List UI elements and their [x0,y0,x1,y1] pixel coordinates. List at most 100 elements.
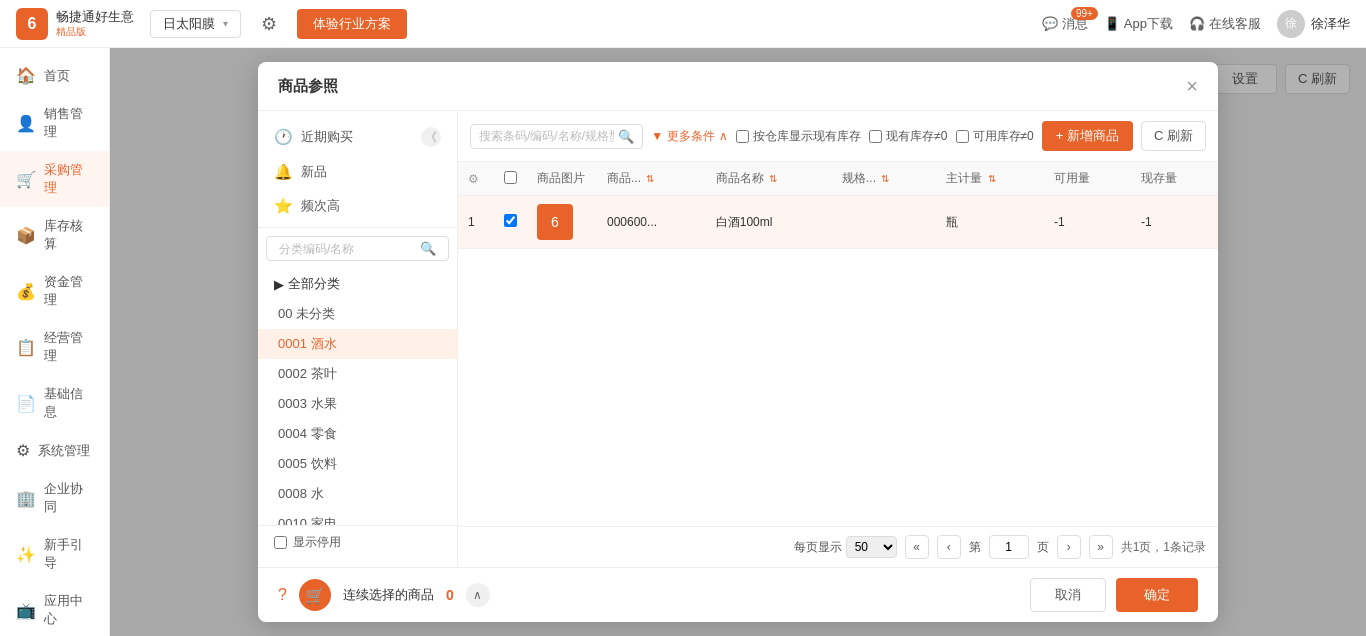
th-unit[interactable]: 主计量 ⇅ [936,162,1044,196]
app-download-button[interactable]: 📱 App下载 [1104,15,1173,33]
footer-collapse-button[interactable]: ∧ [466,583,490,607]
category-water[interactable]: 0008 水 [258,479,457,509]
logo-text: 畅捷通好生意 精品版 [56,9,134,39]
first-page-button[interactable]: « [905,535,929,559]
td-check[interactable] [494,196,527,249]
category-drinks[interactable]: 0005 饮料 [258,449,457,479]
inventory-icon: 📦 [16,226,36,245]
user-profile[interactable]: 徐 徐泽华 [1277,10,1350,38]
th-image: 商品图片 [527,162,597,196]
cancel-button[interactable]: 取消 [1030,578,1106,612]
show-disabled-section: 显示停用 [258,525,457,559]
show-disabled-label: 显示停用 [293,534,341,551]
page-size-select[interactable]: 10 20 50 100 [846,536,897,558]
sort-unit-icon[interactable]: ⇅ [988,173,996,184]
th-stock: 现存量 [1131,162,1218,196]
th-checkbox[interactable] [494,162,527,196]
category-all[interactable]: ▶ 全部分类 [258,269,457,299]
product-search-box[interactable]: 🔍 [470,124,643,149]
product-refresh-button[interactable]: C 刷新 [1141,121,1206,151]
category-uncategorized[interactable]: 00 未分类 [258,299,457,329]
page-size-selector[interactable]: 每页显示 10 20 50 100 [794,536,897,558]
td-code: 000600... [597,196,706,249]
last-page-button[interactable]: » [1089,535,1113,559]
stock-ne0-filter[interactable]: 现有库存≠0 [869,128,947,145]
sidebar-label-inventory: 库存核算 [44,217,93,253]
pagination: 每页显示 10 20 50 100 « ‹ 第 [458,526,1218,567]
customer-service-button[interactable]: 🎧 在线客服 [1189,15,1261,33]
next-page-button[interactable]: › [1057,535,1081,559]
phone-icon: 📱 [1104,16,1120,31]
new-product-tab[interactable]: 🔔 新品 [258,155,457,189]
row-checkbox[interactable] [504,214,517,227]
messages-button[interactable]: 💬 消息 99+ [1042,15,1088,33]
headset-icon: 🎧 [1189,16,1205,31]
product-search-input[interactable] [479,129,614,143]
sidebar-item-inventory[interactable]: 📦 库存核算 [0,207,109,263]
trial-button[interactable]: 体验行业方案 [297,9,407,39]
dialog-overlay: 商品参照 × 🕐 近期购买 《 � [110,48,1366,636]
sidebar-item-basic-info[interactable]: 📄 基础信息 [0,375,109,431]
th-spec[interactable]: 规格... ⇅ [832,162,937,196]
confirm-button[interactable]: 确定 [1116,578,1198,612]
cart-button[interactable]: 🛒 [299,579,331,611]
usable-ne0-label: 可用库存≠0 [973,128,1034,145]
category-search-box[interactable]: 🔍 [266,236,449,261]
collapse-panel-button[interactable]: 《 [421,127,441,147]
sidebar-item-operations[interactable]: 📋 经营管理 [0,319,109,375]
sidebar-label-enterprise: 企业协同 [44,480,93,516]
sort-name-icon[interactable]: ⇅ [769,173,777,184]
settings-icon[interactable]: ⚙ [253,8,285,40]
sidebar-item-sales[interactable]: 👤 销售管理 [0,95,109,151]
sidebar-item-purchase[interactable]: 🛒 采购管理 [0,151,109,207]
td-unit: 瓶 [936,196,1044,249]
dialog-body: 🕐 近期购买 《 🔔 新品 ⭐ 频次高 [258,111,1218,567]
th-code[interactable]: 商品... ⇅ [597,162,706,196]
td-spec [832,196,937,249]
more-filter-button[interactable]: ▼ 更多条件 ∧ [651,128,728,145]
category-appliance[interactable]: 0010 家电 [258,509,457,525]
stock-ne0-checkbox[interactable] [869,130,882,143]
help-icon[interactable]: ? [278,586,287,604]
recent-purchase-tab[interactable]: 🕐 近期购买 《 [258,119,457,155]
prev-page-button[interactable]: ‹ [937,535,961,559]
enterprise-icon: 🏢 [16,489,36,508]
category-tea[interactable]: 0002 茶叶 [258,359,457,389]
company-selector[interactable]: 日太阳膜 ▾ [150,10,241,38]
frequent-tab[interactable]: ⭐ 频次高 [258,189,457,223]
category-list: ▶ 全部分类 00 未分类 0001 酒水 0002 茶叶 0003 水果 00… [258,265,457,525]
warehouse-filter-checkbox[interactable] [736,130,749,143]
clock-icon: 🕐 [274,128,293,146]
usable-ne0-checkbox[interactable] [956,130,969,143]
td-usable: -1 [1044,196,1131,249]
dialog-close-button[interactable]: × [1186,76,1198,96]
filter-icon: ▼ [651,129,663,143]
warehouse-filter[interactable]: 按仓库显示现有库存 [736,128,861,145]
sidebar-label-sales: 销售管理 [44,105,93,141]
cart-icon: 🛒 [305,586,325,605]
dialog-footer: ? 🛒 连续选择的商品 0 ∧ 取消 确定 [258,567,1218,622]
sort-code-icon[interactable]: ⇅ [646,173,654,184]
sidebar-item-finance[interactable]: 💰 资金管理 [0,263,109,319]
table-row[interactable]: 1 6 000600... 白酒100ml [458,196,1218,249]
sidebar-item-enterprise[interactable]: 🏢 企业协同 [0,470,109,526]
sidebar-item-system[interactable]: ⚙ 系统管理 [0,431,109,470]
category-fruit[interactable]: 0003 水果 [258,389,457,419]
total-info: 共1页，1条记录 [1121,539,1206,556]
sort-spec-icon[interactable]: ⇅ [881,173,889,184]
sidebar-item-home[interactable]: 🏠 首页 [0,56,109,95]
show-disabled-checkbox[interactable] [274,536,287,549]
usable-ne0-filter[interactable]: 可用库存≠0 [956,128,1034,145]
sidebar-item-apps[interactable]: 📺 应用中心 [0,582,109,636]
category-snacks[interactable]: 0004 零食 [258,419,457,449]
page-number-input[interactable] [989,535,1029,559]
category-liquor[interactable]: 0001 酒水 [258,329,457,359]
category-search-input[interactable] [279,242,416,256]
add-product-button[interactable]: + 新增商品 [1042,121,1133,151]
th-settings[interactable]: ⚙ [458,162,494,196]
th-name[interactable]: 商品名称 ⇅ [706,162,832,196]
customer-service-label: 在线客服 [1209,15,1261,33]
basic-info-icon: 📄 [16,394,36,413]
select-all-checkbox[interactable] [504,171,517,184]
sidebar-item-guide[interactable]: ✨ 新手引导 [0,526,109,582]
